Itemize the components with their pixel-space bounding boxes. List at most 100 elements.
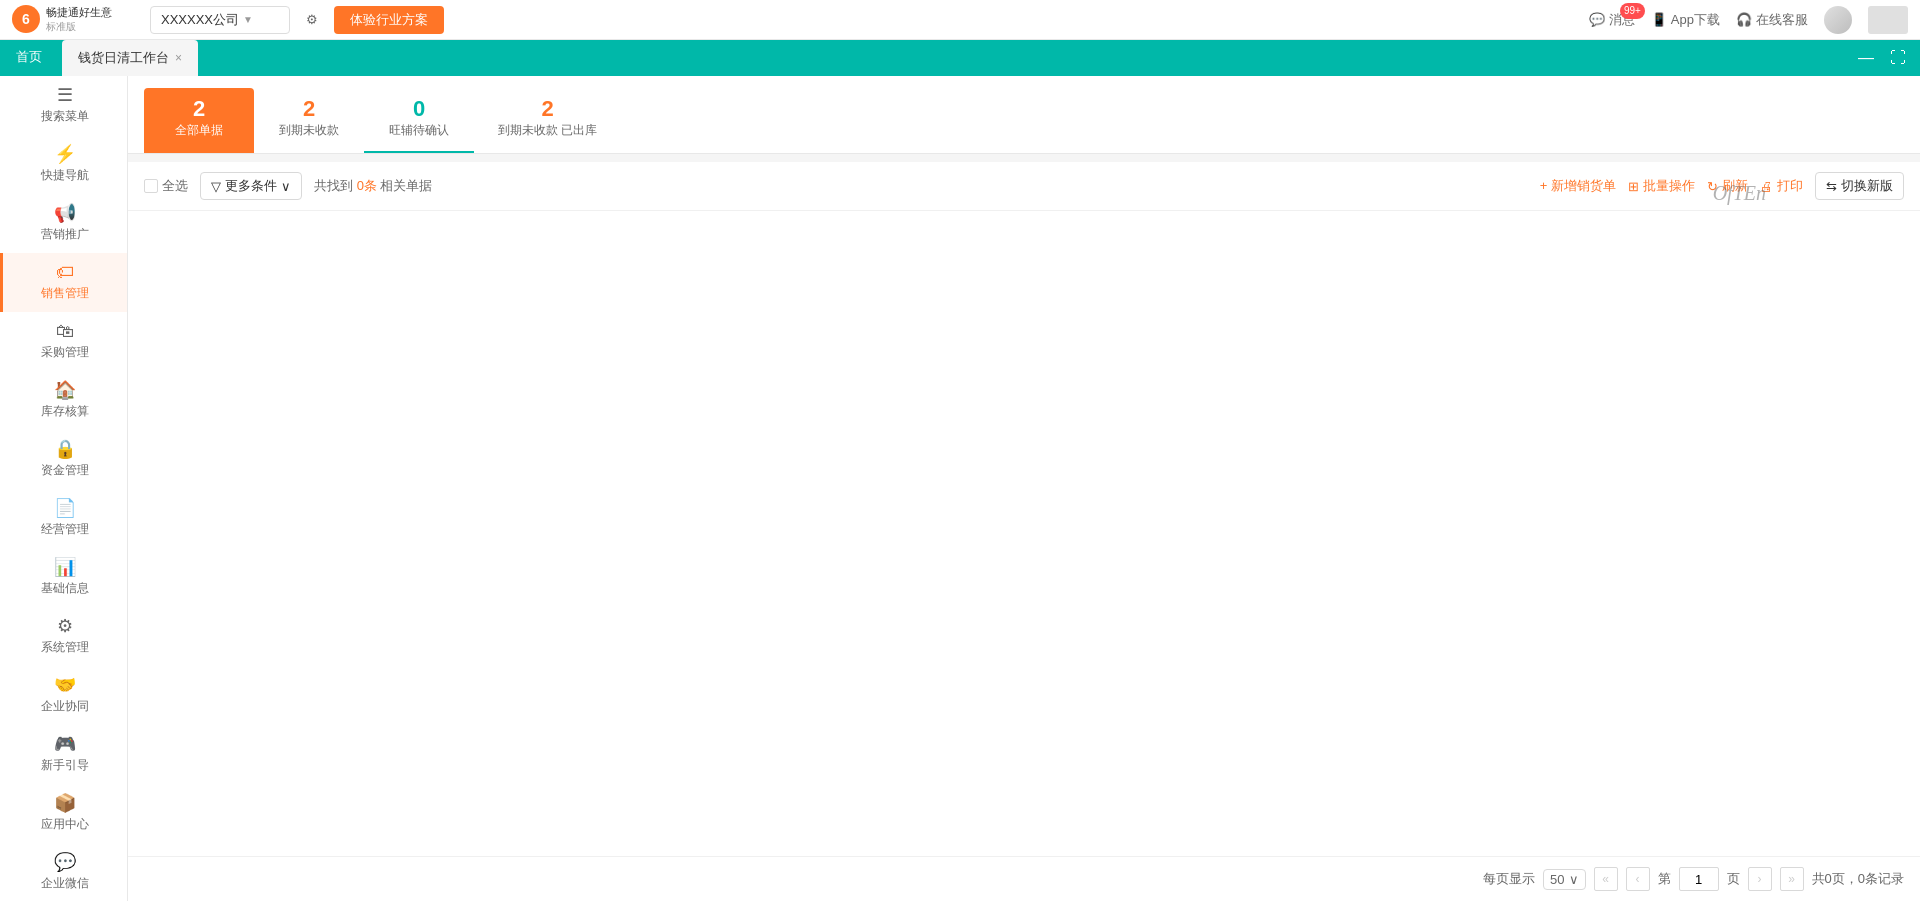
overdue-label: 到期未收款: [279, 122, 339, 139]
sidebar-item-beginner[interactable]: 🎮 新手引导: [0, 725, 127, 784]
pending-count: 0: [413, 96, 425, 122]
user-name-area: [1868, 6, 1908, 34]
found-prefix: 共找到: [314, 178, 353, 193]
shipped-count: 2: [542, 96, 554, 122]
avatar-image: [1824, 6, 1852, 34]
filter-label: 更多条件: [225, 177, 277, 195]
sidebar-item-marketing[interactable]: 📢 营销推广: [0, 194, 127, 253]
online-service-button[interactable]: 🎧 在线客服: [1736, 11, 1808, 29]
found-count: 0条: [357, 178, 377, 193]
prev-page-button[interactable]: ‹: [1626, 867, 1650, 891]
operations-icon: 📄: [54, 499, 76, 517]
try-solution-button[interactable]: 体验行业方案: [334, 6, 444, 34]
tab-maximize-button[interactable]: ⛶: [1884, 44, 1912, 72]
sidebar-item-system[interactable]: ⚙ 系统管理: [0, 607, 127, 666]
tab-home[interactable]: 首页: [0, 40, 58, 76]
summary-tab-shipped[interactable]: 2 到期未收款 已出库: [474, 88, 621, 153]
all-orders-count: 2: [193, 96, 205, 122]
sidebar-item-enterprise-collab[interactable]: 🤝 企业协同: [0, 666, 127, 725]
summary-tab-all[interactable]: 2 全部单据: [144, 88, 254, 153]
last-page-button[interactable]: »: [1780, 867, 1804, 891]
marketing-icon: 📢: [54, 204, 76, 222]
sidebar-item-quick-nav[interactable]: ⚡ 快捷导航: [0, 135, 127, 194]
per-page-value: 50: [1550, 872, 1564, 887]
print-label: 打印: [1777, 177, 1803, 195]
last-page-icon: »: [1788, 872, 1795, 886]
per-page-chevron-icon: ∨: [1569, 872, 1579, 887]
sidebar-item-label: 快捷导航: [41, 167, 89, 184]
toolbar-right: + 新增销货单 ⊞ 批量操作 ↻ 刷新 🖨 打印 ⇆ 切换新版: [1540, 172, 1904, 200]
print-button[interactable]: 🖨 打印: [1760, 177, 1803, 195]
header-right: 💬 消息 99+ 📱 App下载 🎧 在线客服: [1589, 6, 1908, 34]
beginner-icon: 🎮: [54, 735, 76, 753]
per-page-selector[interactable]: 50 ∨: [1543, 869, 1585, 890]
tab-work-bench-label: 钱货日清工作台: [78, 49, 169, 67]
switch-new-version-button[interactable]: ⇆ 切换新版: [1815, 172, 1904, 200]
basic-info-icon: 📊: [54, 558, 76, 576]
quick-nav-icon: ⚡: [54, 145, 76, 163]
sidebar-item-enterprise-wechat[interactable]: 💬 企业微信: [0, 843, 127, 901]
sidebar-item-label: 营销推广: [41, 226, 89, 243]
headset-icon: 🎧: [1736, 12, 1752, 27]
first-page-icon: «: [1602, 872, 1609, 886]
switch-icon: ⇆: [1826, 179, 1837, 194]
sidebar-item-label: 应用中心: [41, 816, 89, 833]
add-sales-order-button[interactable]: + 新增销货单: [1540, 177, 1616, 195]
sidebar-item-finance[interactable]: 🔒 资金管理: [0, 430, 127, 489]
app-download-label: App下载: [1671, 11, 1720, 29]
purchase-icon: 🛍: [56, 322, 74, 340]
sidebar-item-app-center[interactable]: 📦 应用中心: [0, 784, 127, 843]
company-name: XXXXXX公司: [161, 11, 239, 29]
tab-bar-right: — ⛶: [1852, 44, 1920, 72]
avatar[interactable]: [1824, 6, 1852, 34]
found-text: 共找到 0条 相关单据: [314, 177, 432, 195]
online-service-label: 在线客服: [1756, 11, 1808, 29]
filter-button[interactable]: ▽ 更多条件 ∨: [200, 172, 302, 200]
shipped-label: 到期未收款 已出库: [498, 122, 597, 139]
sidebar-item-label: 采购管理: [41, 344, 89, 361]
collab-icon: 🤝: [54, 676, 76, 694]
tab-minimize-button[interactable]: —: [1852, 44, 1880, 72]
sidebar-item-label: 基础信息: [41, 580, 89, 597]
page-suffix: 页: [1727, 870, 1740, 888]
app-download-icon: 📱: [1651, 12, 1667, 27]
sidebar-item-search-menu[interactable]: ☰ 搜索菜单: [0, 76, 127, 135]
summary-tab-overdue[interactable]: 2 到期未收款: [254, 88, 364, 153]
sidebar-item-label: 企业微信: [41, 875, 89, 892]
filter-icon: ▽: [211, 179, 221, 194]
tab-home-label: 首页: [16, 48, 42, 66]
page-label: 第: [1658, 870, 1671, 888]
sidebar-item-label: 库存核算: [41, 403, 89, 420]
app-badge: 标准版: [46, 20, 112, 34]
sidebar-item-inventory[interactable]: 🏠 库存核算: [0, 371, 127, 430]
sidebar-item-purchase[interactable]: 🛍 采购管理: [0, 312, 127, 371]
sidebar-item-operations[interactable]: 📄 经营管理: [0, 489, 127, 548]
logo-text-block: 畅捷通好生意 标准版: [46, 5, 112, 33]
next-page-button[interactable]: ›: [1748, 867, 1772, 891]
first-page-button[interactable]: «: [1594, 867, 1618, 891]
page-input[interactable]: [1679, 867, 1719, 891]
sidebar-item-sales[interactable]: 🏷 销售管理: [0, 253, 127, 312]
per-page-label: 每页显示: [1483, 870, 1535, 888]
content-area: 2 全部单据 2 到期未收款 0 旺辅待确认 2 到期未收款 已出库 全选: [128, 76, 1920, 901]
tab-work-bench[interactable]: 钱货日清工作台 ×: [62, 40, 198, 76]
refresh-label: 刷新: [1722, 177, 1748, 195]
all-orders-label: 全部单据: [175, 122, 223, 139]
app-download-button[interactable]: 📱 App下载: [1651, 11, 1720, 29]
wechat-icon: 💬: [54, 853, 76, 871]
logo-area: 6 畅捷通好生意 标准版: [12, 5, 140, 33]
sidebar-item-label: 搜索菜单: [41, 108, 89, 125]
settings-icon[interactable]: ⚙: [298, 6, 326, 34]
main-layout: ☰ 搜索菜单 ⚡ 快捷导航 📢 营销推广 🏷 销售管理 🛍 采购管理 🏠 库存核…: [0, 76, 1920, 901]
select-all-checkbox[interactable]: 全选: [144, 177, 188, 195]
summary-tab-pending[interactable]: 0 旺辅待确认: [364, 88, 474, 153]
next-page-icon: ›: [1758, 872, 1762, 886]
app-center-icon: 📦: [54, 794, 76, 812]
refresh-button[interactable]: ↻ 刷新: [1707, 177, 1748, 195]
batch-operation-button[interactable]: ⊞ 批量操作: [1628, 177, 1695, 195]
message-button[interactable]: 💬 消息 99+: [1589, 11, 1635, 29]
tab-close-icon[interactable]: ×: [175, 51, 182, 65]
company-selector[interactable]: XXXXXX公司 ▼: [150, 6, 290, 34]
inventory-icon: 🏠: [54, 381, 76, 399]
sidebar-item-basic-info[interactable]: 📊 基础信息: [0, 548, 127, 607]
